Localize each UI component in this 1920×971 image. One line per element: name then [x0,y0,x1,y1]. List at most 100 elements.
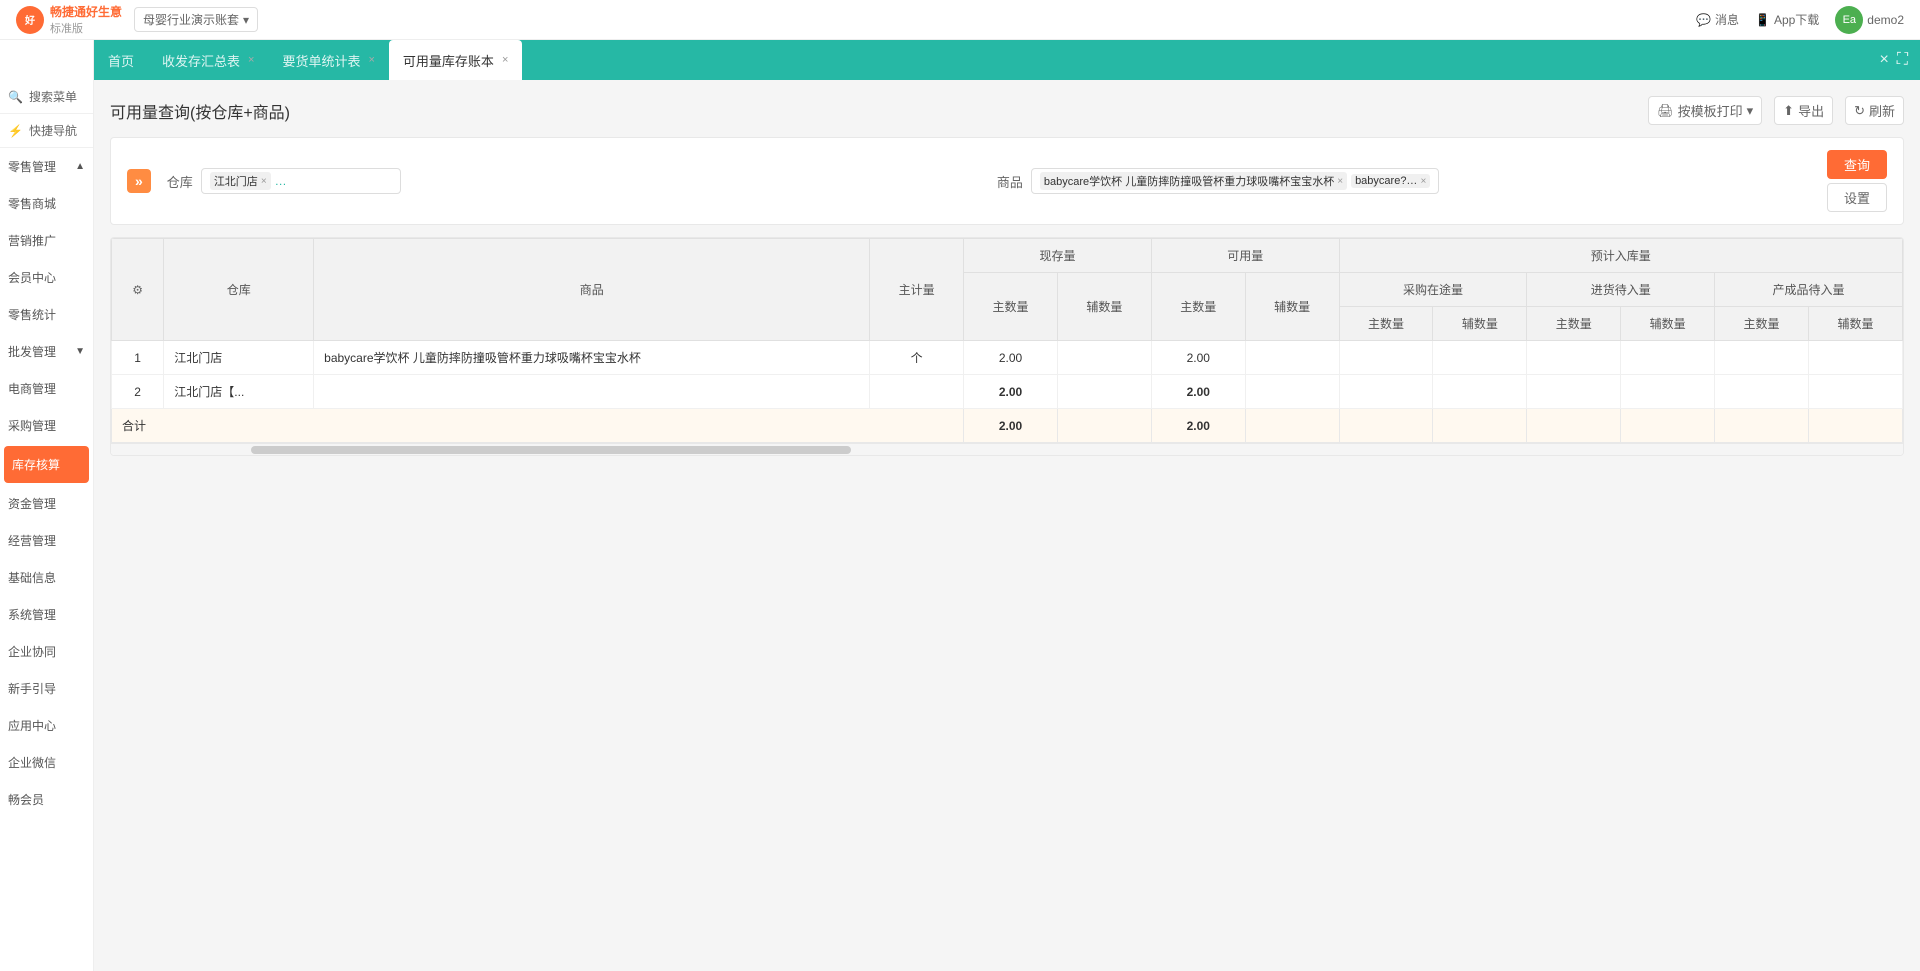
remove-product-2-icon[interactable]: × [1420,176,1426,187]
tab-order-stats-label: 要货单统计表 [282,51,360,70]
th-stock-main: 主数量 [964,273,1058,341]
product-label: 商品 [997,172,1023,191]
sidebar-item-wholesale[interactable]: 批发管理 ▼ [0,333,93,370]
th-expected-inbound: 预计入库量 [1339,239,1902,273]
sidebar-item-app-center[interactable]: 应用中心 [0,707,93,744]
row2-fin-main [1715,375,1809,409]
total-pt-aux [1433,409,1527,443]
sidebar-item-member[interactable]: 会员中心 [0,259,93,296]
export-button[interactable]: ⬆ 导出 [1774,96,1833,125]
warehouse-more[interactable]: … [275,174,287,188]
row2-fin-aux [1808,375,1902,409]
row1-fin-aux [1808,341,1902,375]
sidebar-item-basic-info[interactable]: 基础信息 [0,559,93,596]
total-fin-main [1715,409,1809,443]
tab-close-all-icon[interactable]: × [1879,51,1888,69]
sidebar-item-finance[interactable]: 资金管理 [0,485,93,522]
user-profile[interactable]: Ea demo2 [1835,6,1904,34]
sidebar-item-ecommerce[interactable]: 电商管理 [0,370,93,407]
chevron-icon: ▲ [75,161,85,172]
account-label: 母婴行业演示账套 [143,11,239,28]
search-icon: 🔍 [8,90,23,104]
page-actions: 🖨 按模板打印 ▾ ⬆ 导出 ↻ 刷新 [1648,96,1904,125]
logo-sub: 标准版 [50,20,122,36]
avatar: Ea [1835,6,1863,34]
row2-index: 2 [112,375,164,409]
row2-stock-aux [1057,375,1151,409]
scroll-thumb[interactable] [251,446,851,454]
setting-button[interactable]: 设置 [1827,183,1887,212]
th-inc-aux: 辅数量 [1621,307,1715,341]
close-icon-3[interactable]: × [502,54,508,66]
sidebar-item-purchase[interactable]: 采购管理 [0,407,93,444]
sidebar: 🔍 搜索菜单 ⚡ 快捷导航 零售管理 ▲ 零售商城 营销推广 会员中心 零售统计… [0,0,94,971]
message-button[interactable]: 💬 消息 [1696,11,1739,28]
refresh-icon: ↻ [1854,103,1865,119]
row1-avail-main: 2.00 [1151,341,1245,375]
sidebar-item-member-vip[interactable]: 畅会员 [0,781,93,818]
sidebar-item-wecom[interactable]: 企业微信 [0,744,93,781]
print-template-button[interactable]: 🖨 按模板打印 ▾ [1648,96,1762,125]
total-pt-main [1339,409,1433,443]
row2-avail-main: 2.00 [1151,375,1245,409]
table-settings-icon[interactable]: ⚙ [112,239,164,341]
sidebar-item-marketing[interactable]: 营销推广 [0,222,93,259]
sidebar-item-retail-store[interactable]: 零售商城 [0,185,93,222]
filter-expand-button[interactable]: » [127,169,151,193]
sidebar-item-newbie[interactable]: 新手引导 [0,670,93,707]
page-header: 可用量查询(按仓库+商品) 🖨 按模板打印 ▾ ⬆ 导出 ↻ 刷新 [110,96,1904,125]
th-incoming: 进货待入量 [1527,273,1715,307]
chevron-down-icon-2: ▾ [1747,103,1754,119]
row2-avail-aux [1245,375,1339,409]
row1-stock-aux [1057,341,1151,375]
table-container: ⚙ 仓库 商品 主计量 现存量 可用量 预计入库量 主数量 辅数量 主数量 辅数… [110,237,1904,456]
close-icon-2[interactable]: × [368,54,374,66]
filter-product-group: 商品 babycare学饮杯 儿童防摔防撞吸管杯重力球吸嘴杯宝宝水杯 × bab… [997,168,1811,194]
export-icon: ⬆ [1783,103,1794,119]
tab-home[interactable]: 首页 [94,40,148,80]
message-label: 消息 [1715,11,1739,28]
refresh-button[interactable]: ↻ 刷新 [1845,96,1904,125]
tab-available-inventory-label: 可用量库存账本 [403,51,494,70]
tab-receive-send[interactable]: 收发存汇总表 × [148,40,268,80]
nav-icon: ⚡ [8,124,23,138]
logo-icon: 好 [16,6,44,34]
total-label: 合计 [112,409,964,443]
main-content: 可用量查询(按仓库+商品) 🖨 按模板打印 ▾ ⬆ 导出 ↻ 刷新 » 仓库 江 [94,80,1920,971]
close-icon[interactable]: × [248,54,254,66]
scrollbar[interactable] [111,443,1903,455]
th-avail-aux: 辅数量 [1245,273,1339,341]
row1-warehouse: 江北门店 [164,341,314,375]
total-avail-main: 2.00 [1151,409,1245,443]
account-dropdown[interactable]: 母婴行业演示账套 ▾ [134,7,258,32]
sidebar-search[interactable]: 🔍 搜索菜单 [0,80,93,114]
total-inc-main [1527,409,1621,443]
sidebar-item-retail-stats[interactable]: 零售统计 [0,296,93,333]
remove-warehouse-icon[interactable]: × [261,176,267,187]
sidebar-item-retail-mgmt[interactable]: 零售管理 ▲ [0,148,93,185]
tab-order-stats[interactable]: 要货单统计表 × [268,40,388,80]
th-warehouse: 仓库 [164,239,314,341]
tab-available-inventory[interactable]: 可用量库存账本 × [389,40,522,80]
tab-expand-icon[interactable]: ⛶ [1897,51,1908,69]
query-button[interactable]: 查询 [1827,150,1887,179]
product-tag-1: babycare学饮杯 儿童防摔防撞吸管杯重力球吸嘴杯宝宝水杯 × [1040,172,1347,190]
printer-icon: 🖨 [1657,103,1674,119]
top-bar-right: 💬 消息 📱 App下载 Ea demo2 [1696,6,1904,34]
app-download-button[interactable]: 📱 App下载 [1755,11,1819,28]
table-footer-row: 合计 2.00 2.00 [112,409,1903,443]
quick-nav[interactable]: ⚡ 快捷导航 [0,114,93,148]
remove-product-1-icon[interactable]: × [1337,176,1343,187]
sidebar-item-system[interactable]: 系统管理 [0,596,93,633]
sidebar-item-enterprise[interactable]: 企业协同 [0,633,93,670]
sidebar-item-operations[interactable]: 经营管理 [0,522,93,559]
app-icon: 📱 [1755,13,1770,27]
sidebar-item-inventory[interactable]: 库存核算 [4,446,89,483]
app-download-label: App下载 [1774,11,1819,28]
row1-avail-aux [1245,341,1339,375]
warehouse-input[interactable]: 江北门店 × … [201,168,401,194]
th-pt-main: 主数量 [1339,307,1433,341]
th-fin-aux: 辅数量 [1808,307,1902,341]
product-input[interactable]: babycare学饮杯 儿童防摔防撞吸管杯重力球吸嘴杯宝宝水杯 × babyca… [1031,168,1439,194]
total-avail-aux [1245,409,1339,443]
